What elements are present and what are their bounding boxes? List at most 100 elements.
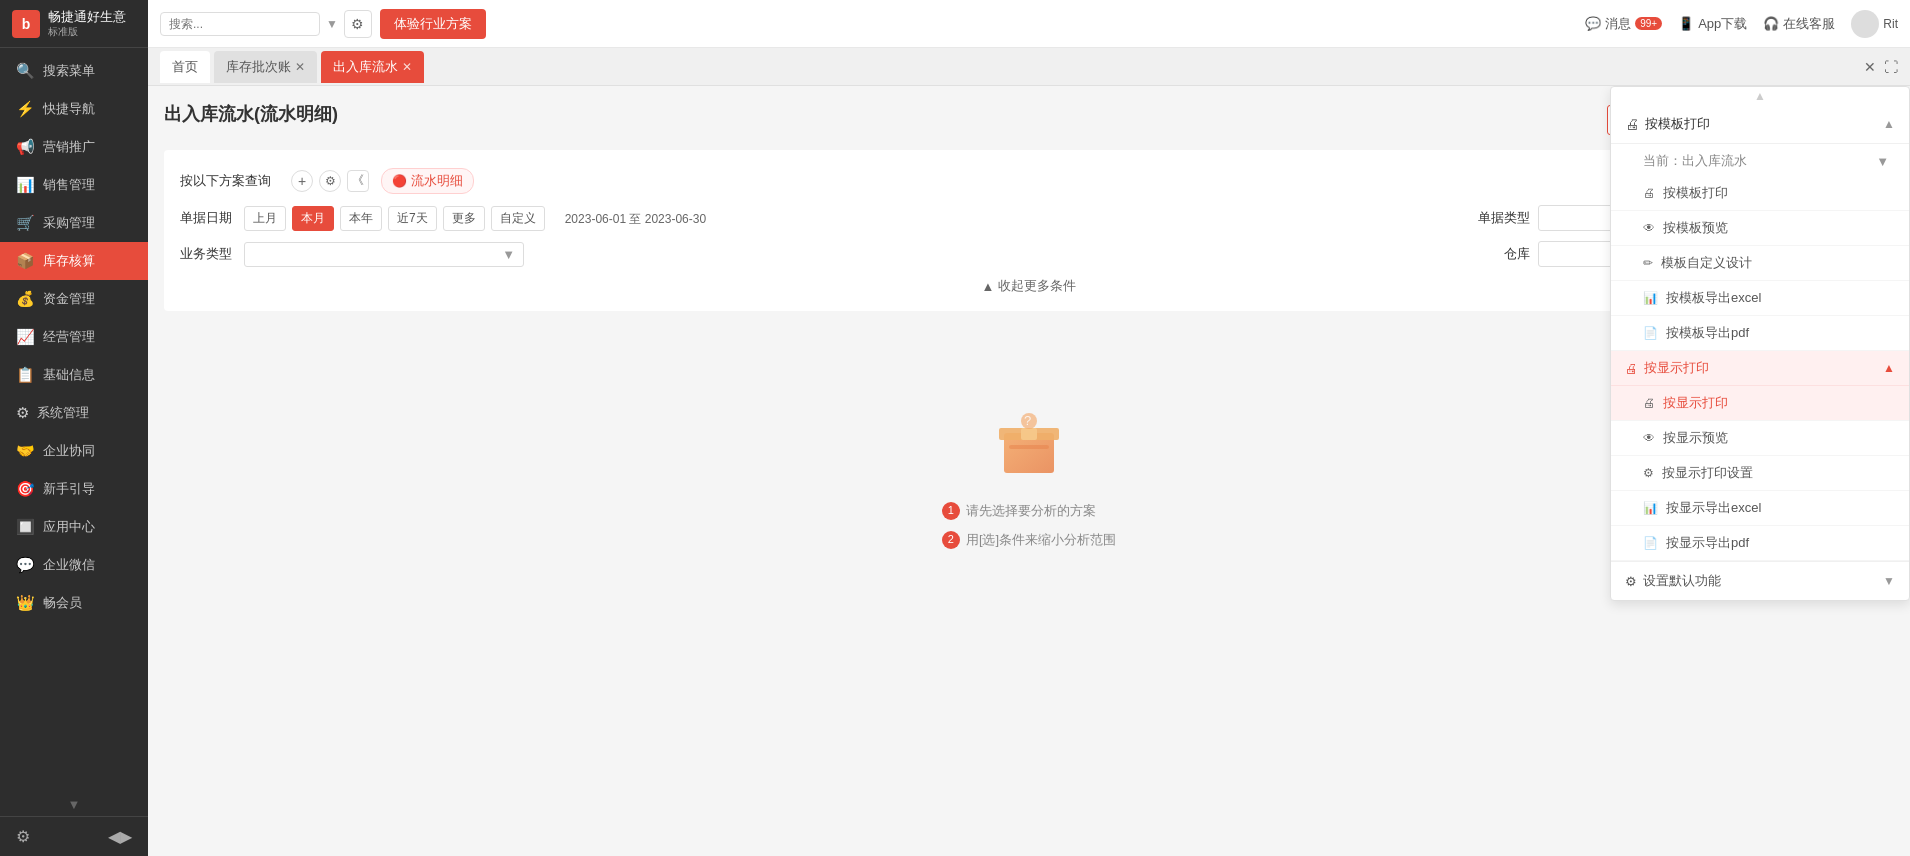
sidebar-item-finance-label: 资金管理 — [43, 290, 95, 308]
sidebar-item-vip[interactable]: 👑 畅会员 — [0, 584, 148, 622]
sidebar-item-inventory[interactable]: 📦 库存核算 — [0, 242, 148, 280]
inventory-batch-tab-close-icon[interactable]: ✕ — [295, 60, 305, 74]
date-btn-custom[interactable]: 自定义 — [491, 206, 545, 231]
sidebar-item-operations[interactable]: 📈 经营管理 — [0, 318, 148, 356]
main-area: ▼ ⚙ 体验行业方案 💬 消息 99+ 📱 App下载 🎧 在线客服 Rit — [148, 0, 1910, 856]
dropdown-item-display-pdf[interactable]: 📄 按显示导出pdf — [1611, 526, 1909, 561]
dropdown-item-display-excel[interactable]: 📊 按显示导出excel — [1611, 491, 1909, 526]
sidebar-item-sales-label: 销售管理 — [43, 176, 95, 194]
sidebar-item-finance[interactable]: 💰 资金管理 — [0, 280, 148, 318]
business-type-caret-icon: ▼ — [502, 247, 515, 262]
print-header-icon: 🖨 — [1625, 116, 1639, 132]
sidebar-item-search[interactable]: 🔍 搜索菜单 — [0, 52, 148, 90]
business-type-input[interactable]: ▼ — [244, 242, 524, 267]
sidebar-item-system-label: 系统管理 — [37, 404, 89, 422]
tab-inout-flow[interactable]: 出入库流水 ✕ — [321, 51, 424, 83]
sidebar-item-wechat-label: 企业微信 — [43, 556, 95, 574]
collapse-more-button[interactable]: ▲ 收起更多条件 — [982, 277, 1077, 295]
dropdown-item-template-design[interactable]: ✏ 模板自定义设计 — [1611, 246, 1909, 281]
sidebar-item-marketing[interactable]: 📢 营销推广 — [0, 128, 148, 166]
settings-icon[interactable]: ⚙ — [16, 827, 30, 846]
sidebar-item-cooperation[interactable]: 🤝 企业协同 — [0, 432, 148, 470]
svg-rect-3 — [1009, 445, 1049, 449]
dropdown-current-label-row: 当前：出入库流水 ▼ — [1611, 144, 1909, 176]
sidebar-item-cooperation-label: 企业协同 — [43, 442, 95, 460]
template-pdf-icon: 📄 — [1643, 326, 1658, 340]
date-btn-this-month[interactable]: 本月 — [292, 206, 334, 231]
dropdown-item-template-excel[interactable]: 📊 按模板导出excel — [1611, 281, 1909, 316]
dropdown-display-print-section-header[interactable]: 🖨 按显示打印 ▲ — [1611, 351, 1909, 386]
app-download-button[interactable]: 📱 App下载 — [1678, 15, 1747, 33]
tab-close-all-icon[interactable]: ✕ — [1864, 59, 1876, 75]
industry-solution-button[interactable]: 体验行业方案 — [380, 9, 486, 39]
print-template-dropdown: ▲ 🖨 按模板打印 ▲ 当前：出入库流水 ▼ 🖨 按 — [1610, 86, 1910, 601]
sidebar-item-wechat[interactable]: 💬 企业微信 — [0, 546, 148, 584]
date-btn-last-month[interactable]: 上月 — [244, 206, 286, 231]
empty-tips: 1 请先选择要分析的方案 2 用[选]条件来缩小分析范围 — [942, 499, 1116, 552]
filter-settings-button[interactable]: ⚙ — [319, 170, 341, 192]
message-icon: 💬 — [1585, 16, 1601, 31]
tab-expand-icon[interactable]: ⛶ — [1884, 59, 1898, 75]
template-excel-icon: 📊 — [1643, 291, 1658, 305]
page-content: 出入库流水(流水明细) 🖨 按模板打印 ▲ ··· ⬆ 导出 🔄 刷新 — [148, 86, 1910, 856]
dropdown-item-template-preview[interactable]: 👁 按模板预览 — [1611, 211, 1909, 246]
date-btn-this-year[interactable]: 本年 — [340, 206, 382, 231]
collapse-sidebar-icon[interactable]: ◀▶ — [108, 827, 132, 846]
dropdown-item-template-print[interactable]: 🖨 按模板打印 — [1611, 176, 1909, 211]
dropdown-item-display-print-settings[interactable]: ⚙ 按显示打印设置 — [1611, 456, 1909, 491]
headset-icon: 🎧 — [1763, 16, 1779, 31]
app-name-text: 畅捷通好生意 标准版 — [48, 9, 126, 39]
sidebar-item-system[interactable]: ⚙ 系统管理 — [0, 394, 148, 432]
dropdown-header-arrow-icon[interactable]: ▲ — [1883, 117, 1895, 131]
tab-home[interactable]: 首页 — [160, 51, 210, 83]
message-button[interactable]: 💬 消息 99+ — [1585, 15, 1662, 33]
topbar-chevron-down-icon[interactable]: ▼ — [326, 17, 338, 31]
dropdown-template-print-header[interactable]: 🖨 按模板打印 ▲ — [1611, 105, 1909, 144]
filter-collapse-button[interactable]: 《 — [347, 170, 369, 192]
topbar-gear-button[interactable]: ⚙ — [344, 10, 372, 38]
display-print-section-arrow-icon[interactable]: ▲ — [1883, 361, 1895, 375]
sidebar-scroll-down[interactable]: ▼ — [0, 793, 148, 816]
sidebar-item-app-center[interactable]: 🔲 应用中心 — [0, 508, 148, 546]
inventory-icon: 📦 — [16, 252, 35, 270]
search-icon: 🔍 — [16, 62, 35, 80]
page-title: 出入库流水(流水明细) — [164, 102, 338, 126]
dropdown-header-left: 🖨 按模板打印 — [1625, 115, 1710, 133]
filter-add-button[interactable]: + — [291, 170, 313, 192]
sidebar-item-purchase[interactable]: 🛒 采购管理 — [0, 204, 148, 242]
home-tab-label: 首页 — [172, 58, 198, 76]
svg-rect-2 — [1021, 428, 1037, 440]
online-service-button[interactable]: 🎧 在线客服 — [1763, 15, 1835, 33]
inout-flow-tab-close-icon[interactable]: ✕ — [402, 60, 412, 74]
date-filter-buttons: 上月 本月 本年 近7天 更多 自定义 — [244, 206, 545, 231]
empty-tip-2: 2 用[选]条件来缩小分析范围 — [942, 528, 1116, 551]
tip-num-2: 2 — [942, 531, 960, 549]
dropdown-item-display-print[interactable]: 🖨 按显示打印 — [1611, 386, 1909, 421]
dropdown-item-template-pdf[interactable]: 📄 按模板导出pdf — [1611, 316, 1909, 351]
tab-inventory-batch[interactable]: 库存批次账 ✕ — [214, 51, 317, 83]
filter-actions: + ⚙ 《 — [291, 170, 369, 192]
sidebar-item-guide[interactable]: 🎯 新手引导 — [0, 470, 148, 508]
sidebar-item-operations-label: 经营管理 — [43, 328, 95, 346]
topbar-search-input[interactable] — [160, 12, 320, 36]
filter-tag-detail[interactable]: 🔴 流水明细 — [381, 168, 474, 194]
business-type-label: 业务类型 — [180, 245, 232, 263]
sidebar-item-sales[interactable]: 📊 销售管理 — [0, 166, 148, 204]
empty-state-icon: ? — [989, 403, 1069, 483]
phone-icon: 📱 — [1678, 16, 1694, 31]
wechat-icon: 💬 — [16, 556, 35, 574]
dropdown-item-display-preview[interactable]: 👁 按显示预览 — [1611, 421, 1909, 456]
sidebar-item-basic-info[interactable]: 📋 基础信息 — [0, 356, 148, 394]
sidebar-item-quick-nav[interactable]: ⚡ 快捷导航 — [0, 90, 148, 128]
date-btn-more[interactable]: 更多 — [443, 206, 485, 231]
user-avatar-area[interactable]: Rit — [1851, 10, 1898, 38]
template-print-icon: 🖨 — [1643, 186, 1655, 200]
inventory-batch-tab-label: 库存批次账 — [226, 58, 291, 76]
avatar — [1851, 10, 1879, 38]
date-btn-7days[interactable]: 近7天 — [388, 206, 437, 231]
date-filter-label: 单据日期 — [180, 209, 232, 227]
dropdown-footer[interactable]: ⚙ 设置默认功能 ▼ — [1611, 561, 1909, 600]
tag-icon: 🔴 — [392, 174, 407, 188]
display-print-settings-icon: ⚙ — [1643, 466, 1654, 480]
dropdown-scroll-up[interactable]: ▲ — [1611, 87, 1909, 105]
